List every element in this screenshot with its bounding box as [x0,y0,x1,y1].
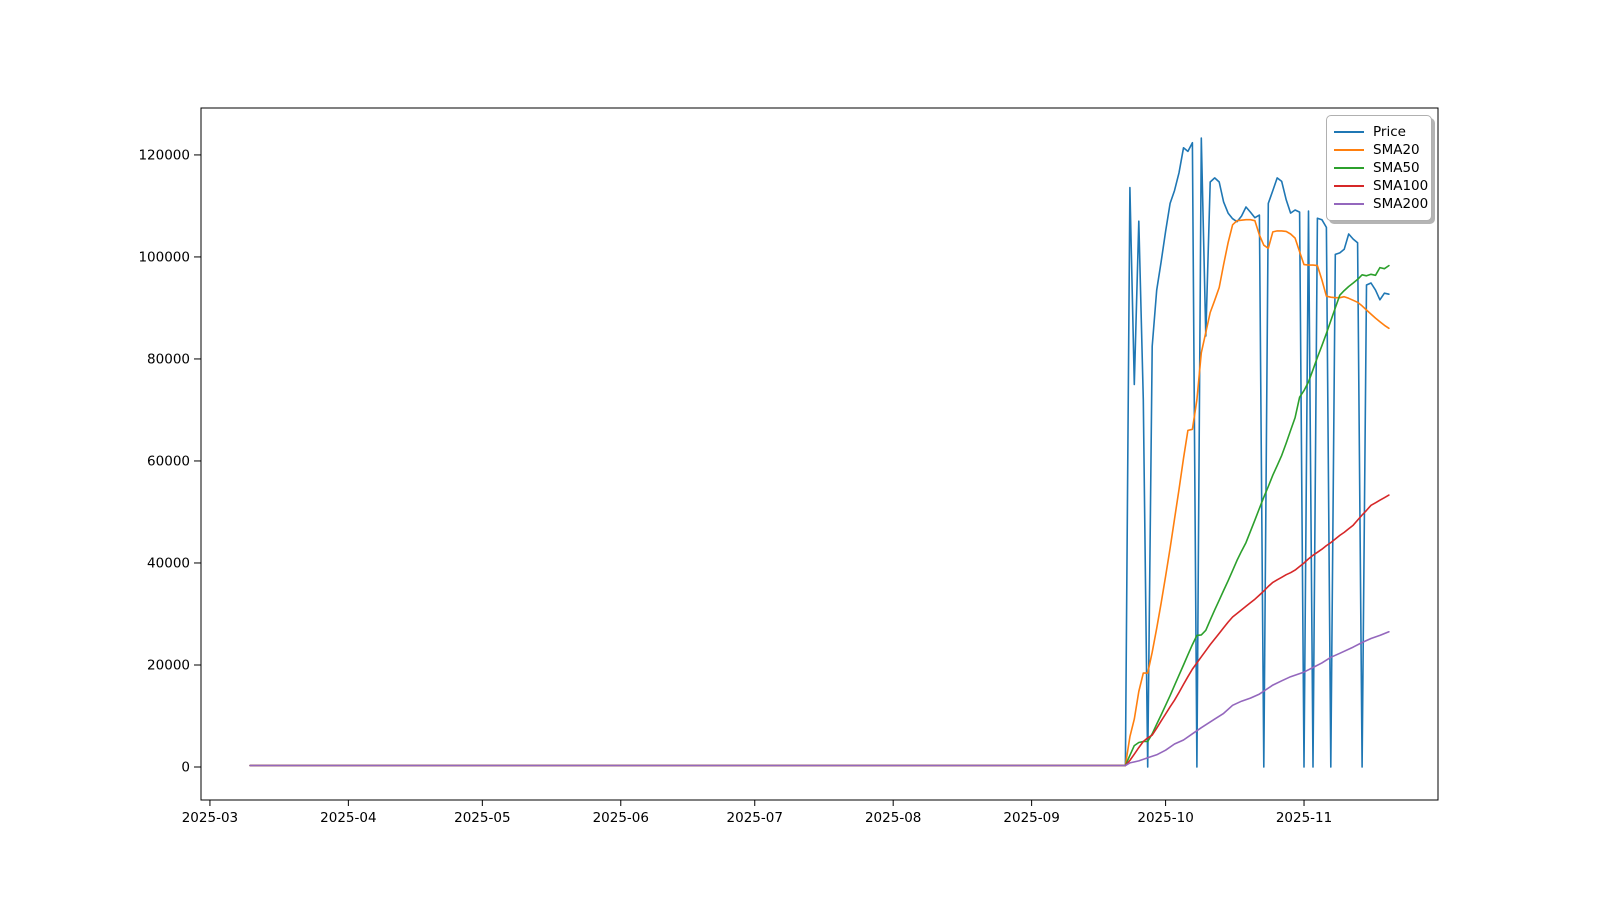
y-tick-label: 80000 [147,351,190,367]
x-tick-label: 2025-08 [865,810,921,826]
sma200-line-sample [1334,203,1364,205]
y-tick-label: 20000 [147,657,190,673]
legend-entry-sma50: SMA50 [1334,159,1425,177]
legend-label: Price [1373,124,1406,140]
y-tick-label: 100000 [138,249,190,265]
x-tick-label: 2025-07 [727,810,783,826]
price-sma-chart-figure: 2025-03 2025-04 2025-05 2025-06 2025-07 2025-… [0,0,1600,900]
sma100-line-sample [1334,185,1364,187]
legend-label: SMA20 [1373,142,1420,158]
x-tick-label: 2025-05 [454,810,510,826]
legend-label: SMA100 [1373,178,1429,194]
y-tick-label: 40000 [147,555,190,571]
x-tick-label: 2025-03 [182,810,238,826]
x-tick-label: 2025-09 [1003,810,1059,826]
legend-label: SMA200 [1373,196,1429,212]
y-tick-label: 0 [181,759,190,775]
sma50-line-sample [1334,167,1364,169]
sma20-line-sample [1334,149,1364,151]
x-tick-label: 2025-06 [593,810,649,826]
price-line-sample [1334,131,1364,133]
x-tick-label: 2025-10 [1137,810,1193,826]
legend-entry-sma20: SMA20 [1334,141,1425,159]
legend-entry-sma200: SMA200 [1334,195,1429,213]
legend-label: SMA50 [1373,160,1420,176]
x-tick-label: 2025-04 [320,810,376,826]
y-tick-label: 60000 [147,453,190,469]
y-tick-label: 120000 [138,147,190,163]
x-tick-label: 2025-11 [1276,810,1332,826]
legend-entry-price: Price [1334,123,1425,141]
legend-entry-sma100: SMA100 [1334,177,1429,195]
plot-spines [200,107,1439,801]
legend: Price SMA20 SMA50 SMA100 SMA200 [1326,115,1432,221]
